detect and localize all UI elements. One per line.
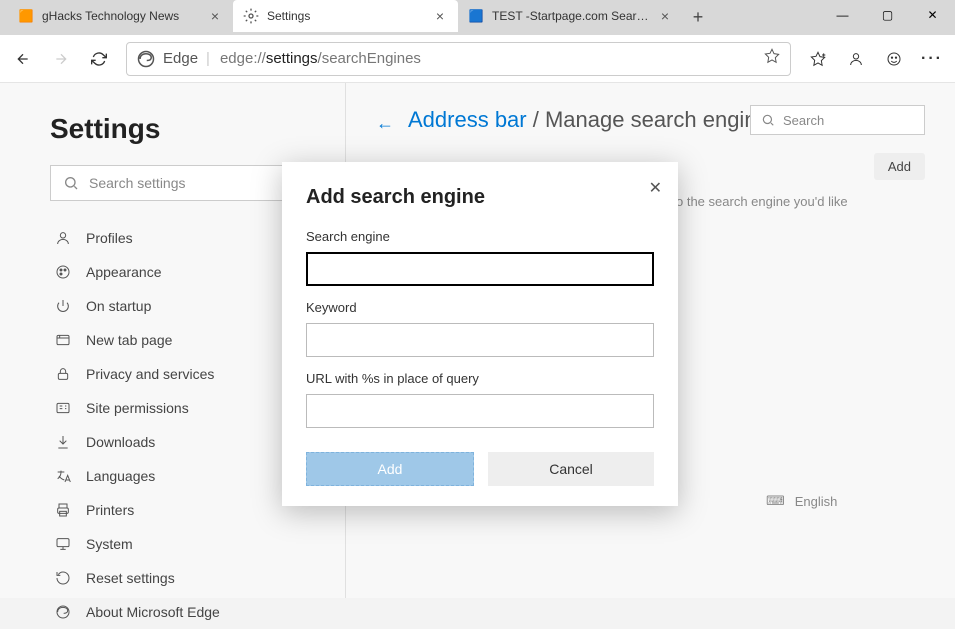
sidebar-item-languages[interactable]: Languages	[50, 459, 295, 493]
close-icon[interactable]: ×	[207, 8, 223, 24]
close-button[interactable]: ✕	[910, 0, 955, 30]
sidebar-item-label: Site permissions	[86, 400, 189, 416]
sidebar-item-label: System	[86, 536, 133, 552]
lock-icon	[54, 365, 72, 383]
search-icon	[63, 175, 79, 191]
edge-label: Edge	[163, 50, 198, 67]
person-icon	[54, 229, 72, 247]
close-icon[interactable]: ×	[657, 8, 673, 24]
label-url: URL with %s in place of query	[306, 371, 654, 386]
language-icon	[54, 467, 72, 485]
permissions-icon	[54, 399, 72, 417]
sidebar-item-on-startup[interactable]: On startup	[50, 289, 295, 323]
sidebar-item-privacy-and-services[interactable]: Privacy and services	[50, 357, 295, 391]
newtab-icon	[54, 331, 72, 349]
back-button[interactable]	[6, 42, 40, 76]
input-url[interactable]	[306, 394, 654, 428]
startpage-icon: 🟦	[468, 8, 484, 24]
close-icon[interactable]: ×	[432, 8, 448, 24]
address-bar[interactable]: Edge | edge://settings/searchEngines	[126, 42, 791, 76]
sidebar-item-printers[interactable]: Printers	[50, 493, 295, 527]
url-text: edge://settings/searchEngines	[220, 50, 421, 67]
feedback-button[interactable]	[877, 42, 911, 76]
settings-search[interactable]: Search settings	[50, 165, 295, 201]
forward-button[interactable]	[44, 42, 78, 76]
printer-icon	[54, 501, 72, 519]
tab-title: gHacks Technology News	[42, 9, 199, 23]
download-icon	[54, 433, 72, 451]
favorites-button[interactable]	[801, 42, 835, 76]
refresh-button[interactable]	[82, 42, 116, 76]
input-search-engine[interactable]	[306, 252, 654, 286]
lang-fragment: ⌨English	[766, 493, 837, 509]
power-icon	[54, 297, 72, 315]
add-engine-button[interactable]: Add	[874, 153, 925, 180]
profile-button[interactable]	[839, 42, 873, 76]
favorite-icon[interactable]	[764, 48, 780, 69]
dialog-cancel-button[interactable]: Cancel	[488, 452, 654, 486]
tab-strip: 🟧 gHacks Technology News × Settings × 🟦 …	[8, 0, 713, 35]
label-keyword: Keyword	[306, 300, 654, 315]
breadcrumb-back-button[interactable]: ←	[376, 113, 394, 134]
tab-settings[interactable]: Settings ×	[233, 0, 458, 32]
sidebar-item-appearance[interactable]: Appearance	[50, 255, 295, 289]
sidebar-item-new-tab-page[interactable]: New tab page	[50, 323, 295, 357]
dialog-title: Add search engine	[306, 186, 654, 209]
sidebar-item-system[interactable]: System	[50, 527, 295, 561]
tab-ghacks[interactable]: 🟧 gHacks Technology News ×	[8, 0, 233, 32]
edge-icon	[54, 603, 72, 621]
new-tab-button[interactable]: +	[683, 0, 713, 35]
sidebar-item-label: Privacy and services	[86, 366, 214, 382]
sidebar-item-reset-settings[interactable]: Reset settings	[50, 561, 295, 595]
tab-title: Settings	[267, 9, 424, 23]
input-keyword[interactable]	[306, 323, 654, 357]
sidebar-item-label: Downloads	[86, 434, 155, 450]
engines-search[interactable]: Search	[750, 105, 925, 135]
toolbar: Edge | edge://settings/searchEngines ···	[0, 35, 955, 83]
engines-search-placeholder: Search	[783, 113, 824, 128]
settings-title: Settings	[50, 113, 295, 145]
window-controls: — ▢ ✕	[820, 0, 955, 30]
sidebar-item-profiles[interactable]: Profiles	[50, 221, 295, 255]
ghacks-icon: 🟧	[18, 8, 34, 24]
sidebar-item-label: Printers	[86, 502, 134, 518]
tab-title: TEST -Startpage.com Search resu	[492, 9, 649, 23]
tab-startpage[interactable]: 🟦 TEST -Startpage.com Search resu ×	[458, 0, 683, 32]
settings-search-placeholder: Search settings	[89, 175, 186, 191]
sidebar-item-label: Reset settings	[86, 570, 175, 586]
breadcrumb: Address bar / Manage search engines	[408, 107, 780, 133]
minimize-button[interactable]: —	[820, 0, 865, 30]
search-icon	[761, 113, 775, 127]
sidebar-item-about-microsoft-edge[interactable]: About Microsoft Edge	[50, 595, 295, 629]
breadcrumb-current: Manage search engines	[545, 107, 780, 132]
sidebar-item-label: About Microsoft Edge	[86, 604, 220, 620]
appearance-icon	[54, 263, 72, 281]
sidebar-item-downloads[interactable]: Downloads	[50, 425, 295, 459]
sidebar-item-label: Languages	[86, 468, 155, 484]
sidebar-item-label: On startup	[86, 298, 151, 314]
more-button[interactable]: ···	[915, 42, 949, 76]
sidebar-item-label: Profiles	[86, 230, 133, 246]
dialog-close-button[interactable]: ✕	[649, 178, 662, 198]
hint-text: o the search engine you'd like	[676, 194, 925, 209]
system-icon	[54, 535, 72, 553]
add-search-engine-dialog: ✕ Add search engine Search engine Keywor…	[282, 162, 678, 506]
gear-icon	[243, 8, 259, 24]
dialog-add-button[interactable]: Add	[306, 452, 474, 486]
site-identity: Edge |	[137, 50, 210, 68]
label-search-engine: Search engine	[306, 229, 654, 244]
sidebar-item-label: Appearance	[86, 264, 162, 280]
sidebar-item-site-permissions[interactable]: Site permissions	[50, 391, 295, 425]
reset-icon	[54, 569, 72, 587]
sidebar-item-label: New tab page	[86, 332, 172, 348]
breadcrumb-link[interactable]: Address bar	[408, 107, 527, 132]
titlebar: 🟧 gHacks Technology News × Settings × 🟦 …	[0, 0, 955, 35]
maximize-button[interactable]: ▢	[865, 0, 910, 30]
